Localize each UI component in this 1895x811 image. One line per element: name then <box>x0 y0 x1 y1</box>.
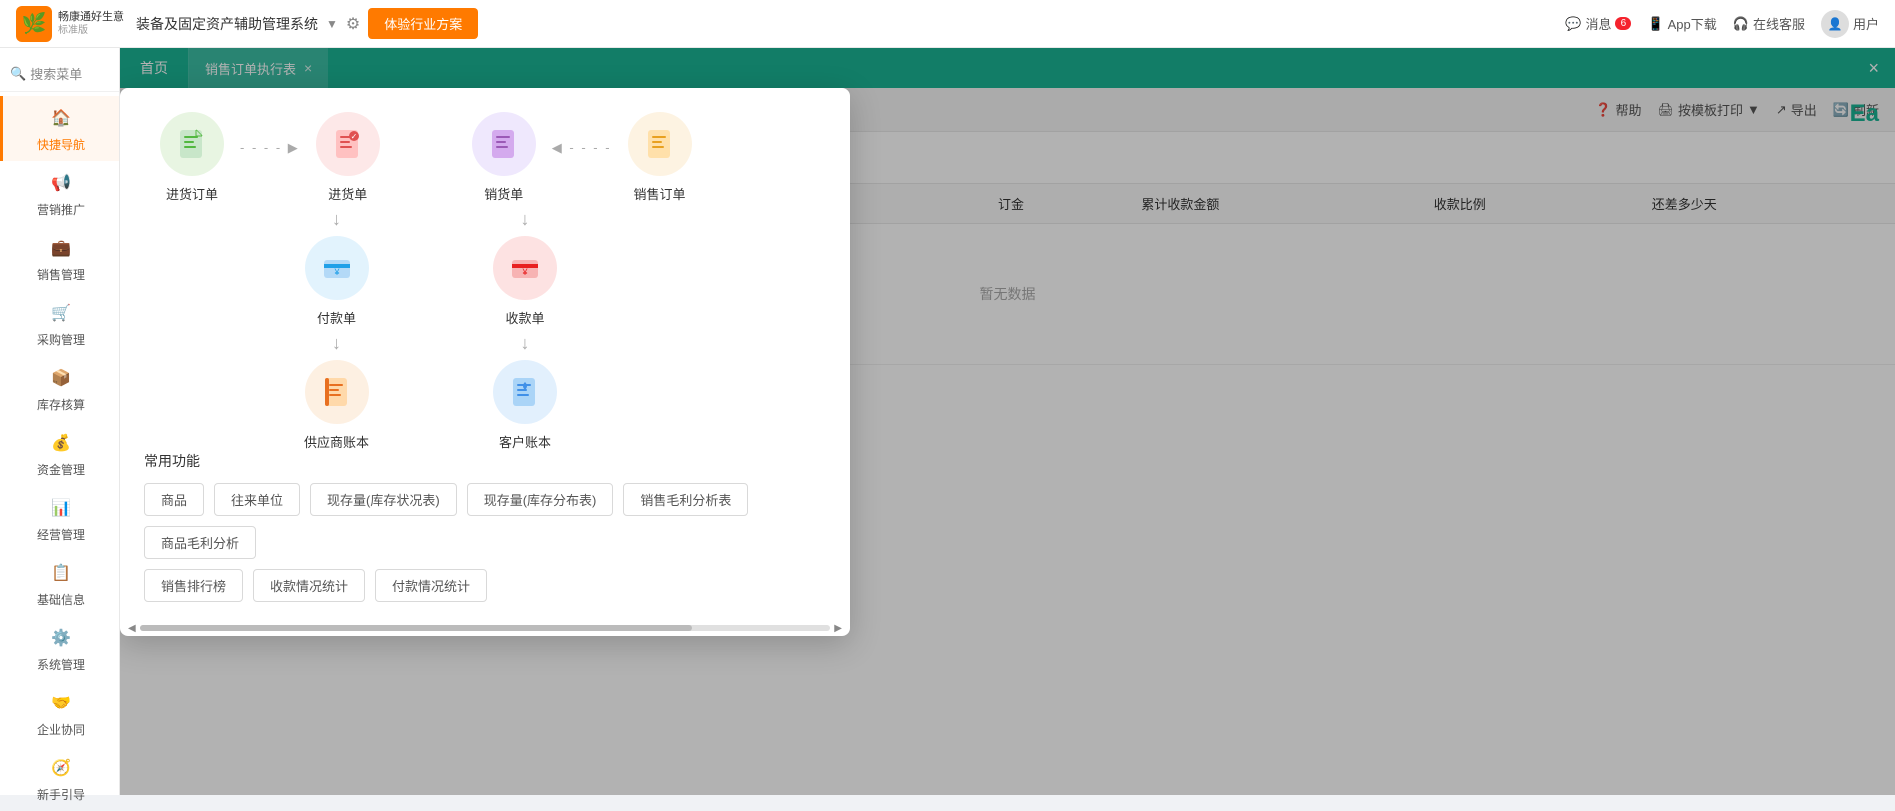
svg-text:¥: ¥ <box>333 267 340 277</box>
sales-bill-icon <box>472 112 536 176</box>
flow-node-supplier-ledger[interactable]: 供应商账本 <box>304 360 369 451</box>
sidebar-item-sales[interactable]: 💼 销售管理 <box>0 226 119 291</box>
overlay: 进货订单 - - - - ▶ ✓ 进货单 <box>120 48 1895 795</box>
flow-row-2: ↓ ¥ 付款单 ↓ 供应商账本 <box>144 203 826 451</box>
content-area: 首页 销售订单执行表 × × ❓ 帮助 🖨 按模板打印 ▼ ↗ 导出 <box>120 48 1895 795</box>
func-btn-receipt-stats[interactable]: 收款情况统计 <box>253 569 365 602</box>
flow-node-sales-order[interactable]: 销售订单 <box>628 112 692 203</box>
logo-text: 畅康通好生意 标准版 <box>58 10 124 37</box>
search-icon: 🔍 <box>10 66 26 82</box>
guide-icon: 🧭 <box>47 754 75 782</box>
logo-icon: 🌿 <box>16 6 52 42</box>
flow-node-sales-bill[interactable]: 销货单 <box>472 112 536 203</box>
basic-icon: 📋 <box>47 559 75 587</box>
svg-text:¥: ¥ <box>522 267 529 277</box>
payment-icon: ¥ <box>305 236 369 300</box>
logo-area: 🌿 畅康通好生意 标准版 <box>16 6 136 42</box>
scroll-right-icon[interactable]: ▶ <box>834 623 842 634</box>
scroll-track <box>140 625 831 631</box>
flow-col-payment: ↓ ¥ 付款单 ↓ 供应商账本 <box>288 203 385 451</box>
func-btn-goods-margin[interactable]: 商品毛利分析 <box>144 526 256 559</box>
func-buttons-row2: 销售排行榜 收款情况统计 付款情况统计 <box>144 569 826 602</box>
sales-order-icon <box>628 112 692 176</box>
message-icon: 💬 <box>1565 16 1581 32</box>
sidebar-item-finance[interactable]: 💰 资金管理 <box>0 421 119 486</box>
scroll-thumb <box>140 625 692 631</box>
sidebar-item-purchase[interactable]: 🛒 采购管理 <box>0 291 119 356</box>
func-btn-goods[interactable]: 商品 <box>144 483 204 516</box>
sidebar-item-system[interactable]: ⚙️ 系统管理 <box>0 616 119 681</box>
arrow-down-payment: ↓ <box>332 209 341 230</box>
header-right: 💬 消息 6 📱 App下载 🎧 在线客服 👤 用户 <box>1565 10 1879 38</box>
arrow-down-supplier: ↓ <box>332 333 341 354</box>
func-buttons-row1: 商品 往来单位 现存量(库存状况表) 现存量(库存分布表) 销售毛利分析表 商品… <box>144 483 826 559</box>
top-header: 🌿 畅康通好生意 标准版 装备及固定资产辅助管理系统 ▼ ⚙ 体验行业方案 💬 … <box>0 0 1895 48</box>
flow-row-1: 进货订单 - - - - ▶ ✓ 进货单 <box>144 112 826 203</box>
main-layout: 🔍 搜索菜单 🏠 快捷导航 📢 营销推广 💼 销售管理 🛒 采购管理 📦 库存核… <box>0 48 1895 795</box>
purchase-icon: 🛒 <box>47 299 75 327</box>
flow-col-receipt: ↓ ¥ 收款单 ↓ 客户账本 <box>477 203 573 451</box>
receipt-icon: ¥ <box>493 236 557 300</box>
app-icon: 📱 <box>1647 16 1663 32</box>
app-download-button[interactable]: 📱 App下载 <box>1647 14 1716 33</box>
func-btn-payment-stats[interactable]: 付款情况统计 <box>375 569 487 602</box>
flow-node-receipt[interactable]: ¥ 收款单 <box>493 236 557 327</box>
quick-nav-icon: 🏠 <box>47 104 75 132</box>
sidebar-item-operation[interactable]: 📊 经营管理 <box>0 486 119 551</box>
customer-ledger-icon <box>493 360 557 424</box>
func-btn-sales-rank[interactable]: 销售排行榜 <box>144 569 243 602</box>
sidebar-item-quick-nav[interactable]: 🏠 快捷导航 <box>0 96 119 161</box>
gear-icon[interactable]: ⚙ <box>346 14 360 34</box>
popup-scrollbar[interactable]: ◀ ▶ <box>120 620 850 636</box>
marketing-icon: 📢 <box>47 169 75 197</box>
system-icon: ⚙️ <box>47 624 75 652</box>
sidebar-item-collab[interactable]: 🤝 企业协同 <box>0 681 119 746</box>
sidebar-item-basic[interactable]: 📋 基础信息 <box>0 551 119 616</box>
inventory-icon: 📦 <box>47 364 75 392</box>
sales-icon: 💼 <box>47 234 75 262</box>
collab-icon: 🤝 <box>47 689 75 717</box>
flow-node-payment[interactable]: ¥ 付款单 <box>305 236 369 327</box>
finance-icon: 💰 <box>47 429 75 457</box>
arrow-h-dashed-2: ◀ - - - - <box>552 140 612 156</box>
trial-button[interactable]: 体验行业方案 <box>368 8 478 39</box>
supplier-ledger-icon <box>305 360 369 424</box>
common-functions: 常用功能 商品 往来单位 现存量(库存状况表) 现存量(库存分布表) 销售毛利分… <box>144 451 826 602</box>
avatar: 👤 <box>1821 10 1849 38</box>
sidebar-item-guide[interactable]: 🧭 新手引导 <box>0 746 119 811</box>
func-btn-stock-dist[interactable]: 现存量(库存分布表) <box>467 483 614 516</box>
user-button[interactable]: 👤 用户 <box>1821 10 1879 38</box>
func-btn-partners[interactable]: 往来单位 <box>214 483 300 516</box>
message-badge: 6 <box>1615 17 1631 30</box>
system-title: 装备及固定资产辅助管理系统 ▼ ⚙ 体验行业方案 <box>136 8 1565 39</box>
sidebar-item-marketing[interactable]: 📢 营销推广 <box>0 161 119 226</box>
purchase-bill-icon: ✓ <box>316 112 380 176</box>
scroll-left-icon[interactable]: ◀ <box>128 623 136 634</box>
purchase-order-icon <box>160 112 224 176</box>
svg-text:✓: ✓ <box>350 132 357 141</box>
headset-icon: 🎧 <box>1733 16 1749 32</box>
arrow-down-receipt: ↓ <box>521 209 530 230</box>
flow-node-purchase-bill[interactable]: ✓ 进货单 <box>316 112 380 203</box>
sidebar-item-inventory[interactable]: 📦 库存核算 <box>0 356 119 421</box>
online-service-button[interactable]: 🎧 在线客服 <box>1733 14 1805 33</box>
search-bar[interactable]: 🔍 搜索菜单 <box>0 56 119 92</box>
func-btn-sales-margin[interactable]: 销售毛利分析表 <box>623 483 748 516</box>
arrow-down-customer: ↓ <box>521 333 530 354</box>
operation-icon: 📊 <box>47 494 75 522</box>
dropdown-arrow-icon[interactable]: ▼ <box>326 17 338 31</box>
flow-node-purchase-order[interactable]: 进货订单 <box>160 112 224 203</box>
popup: 进货订单 - - - - ▶ ✓ 进货单 <box>120 88 850 636</box>
message-button[interactable]: 💬 消息 6 <box>1565 14 1631 33</box>
common-func-title: 常用功能 <box>144 451 826 471</box>
func-btn-stock-status[interactable]: 现存量(库存状况表) <box>310 483 457 516</box>
sidebar: 🔍 搜索菜单 🏠 快捷导航 📢 营销推广 💼 销售管理 🛒 采购管理 📦 库存核… <box>0 48 120 795</box>
flow-node-customer-ledger[interactable]: 客户账本 <box>493 360 557 451</box>
arrow-h-dashed-1: - - - - ▶ <box>240 140 300 156</box>
